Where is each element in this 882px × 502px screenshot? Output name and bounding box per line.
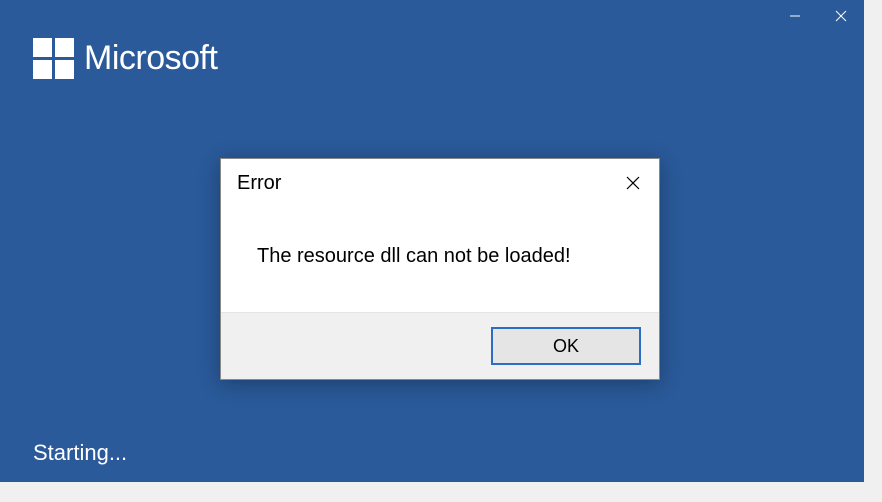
status-text: Starting... <box>33 440 127 466</box>
ok-button[interactable]: OK <box>491 327 641 365</box>
dialog-title: Error <box>237 172 281 195</box>
installer-window: Microsoft Starting... Error The resource… <box>0 0 864 482</box>
error-dialog: Error The resource dll can not be loaded… <box>220 158 660 380</box>
close-icon <box>625 175 641 191</box>
microsoft-logo-icon <box>33 38 74 79</box>
brand: Microsoft <box>33 38 217 79</box>
brand-name: Microsoft <box>84 39 217 78</box>
dialog-message: The resource dll can not be loaded! <box>221 207 659 312</box>
titlebar-controls <box>772 0 864 32</box>
minimize-icon <box>789 10 801 22</box>
close-icon <box>835 10 847 22</box>
dialog-close-button[interactable] <box>617 167 649 199</box>
close-button[interactable] <box>818 0 864 32</box>
dialog-footer: OK <box>221 312 659 379</box>
minimize-button[interactable] <box>772 0 818 32</box>
dialog-header: Error <box>221 159 659 207</box>
